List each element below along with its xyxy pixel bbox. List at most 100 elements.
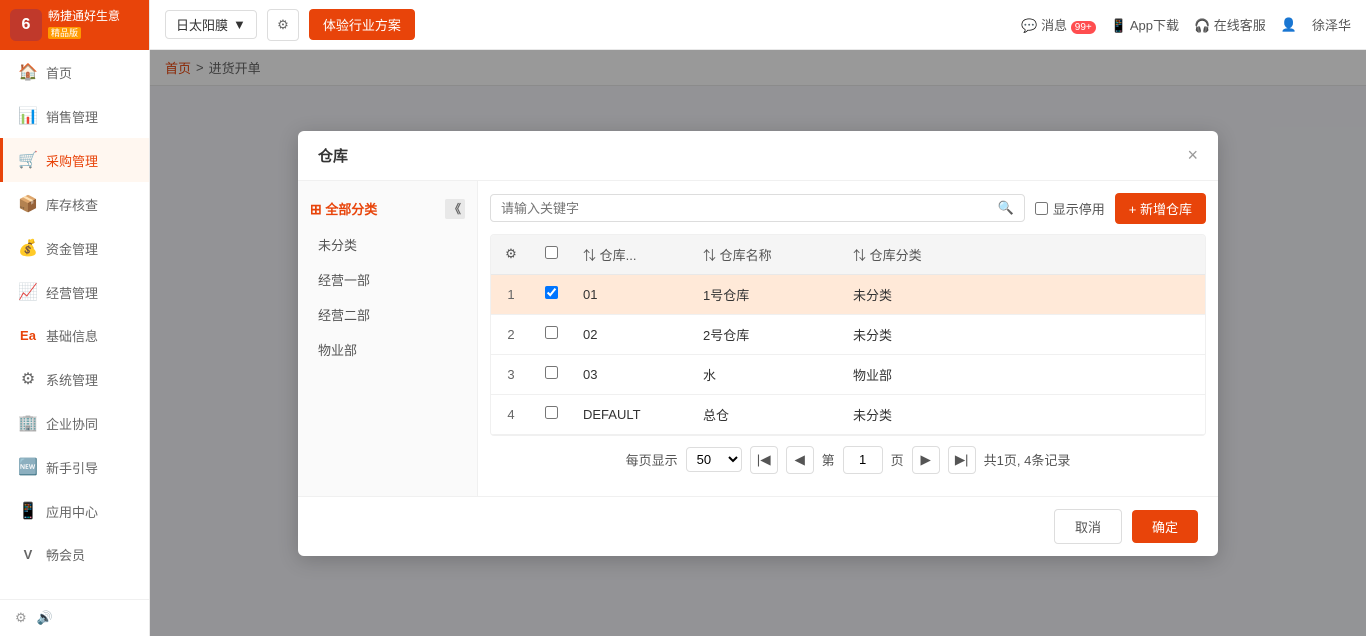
member-icon: V	[18, 547, 38, 562]
row-num: 1	[491, 274, 531, 314]
sidebar-item-label: 应用中心	[46, 502, 98, 521]
warehouse-dialog: 仓库 × ⊞ 全部分类 《	[298, 131, 1218, 556]
category-item-operations1[interactable]: 经营一部	[298, 262, 477, 297]
sidebar-item-label: 资金管理	[46, 239, 98, 258]
select-all-checkbox[interactable]	[545, 246, 558, 259]
all-categories[interactable]: ⊞ 全部分类 《	[298, 191, 477, 227]
row-category: 未分类	[841, 314, 1205, 354]
table-row[interactable]: 3 03 水 物业部	[491, 354, 1205, 394]
logo-icon: 6	[10, 9, 42, 41]
last-page-button[interactable]: ▶|	[948, 446, 976, 474]
search-icon: 🔍	[998, 200, 1014, 216]
sidebar-item-label: 畅会员	[46, 545, 85, 564]
warehouse-table: ⚙ ⇅ 仓库... ⇅ 仓库名称	[490, 234, 1206, 436]
row-code: 01	[571, 274, 691, 314]
sidebar-nav: 🏠 首页 📊 销售管理 🛒 采购管理 📦 库存核查 💰 资金管理 📈 经营管理 …	[0, 50, 149, 599]
trial-button[interactable]: 体验行业方案	[309, 9, 415, 40]
search-bar: 🔍 显示停用 + 新增仓库	[490, 193, 1206, 224]
close-icon[interactable]: ×	[1187, 145, 1198, 166]
sort-icon: ⇅	[583, 248, 596, 263]
sidebar-item-enterprise[interactable]: 🏢 企业协同	[0, 401, 149, 445]
search-input[interactable]	[501, 201, 998, 216]
add-warehouse-button[interactable]: + 新增仓库	[1115, 193, 1206, 224]
category-item-property[interactable]: 物业部	[298, 332, 477, 367]
sidebar-item-sales[interactable]: 📊 销售管理	[0, 94, 149, 138]
page-label: 第	[822, 450, 835, 469]
row-checkbox[interactable]	[531, 314, 571, 354]
category-item-unclassified[interactable]: 未分类	[298, 227, 477, 262]
sidebar-logo: 6 畅捷通好生意 精品版	[0, 0, 149, 50]
settings-icon[interactable]: ⚙	[15, 610, 27, 626]
row-name: 水	[691, 354, 841, 394]
row-name: 总仓	[691, 394, 841, 434]
confirm-button[interactable]: 确定	[1132, 510, 1198, 543]
purchase-icon: 🛒	[18, 150, 38, 170]
user-name: 徐泽华	[1312, 15, 1351, 34]
sidebar-item-guide[interactable]: 🆕 新手引导	[0, 445, 149, 489]
row-category: 物业部	[841, 354, 1205, 394]
sidebar-item-finance[interactable]: 💰 资金管理	[0, 226, 149, 270]
sales-icon: 📊	[18, 106, 38, 126]
per-page-select[interactable]: 50 100	[686, 447, 742, 472]
disabled-checkbox[interactable]	[1035, 202, 1048, 215]
page-total: 共1页, 4条记录	[984, 450, 1071, 469]
dialog-footer: 取消 确定	[298, 496, 1218, 556]
col-settings-header: ⚙	[491, 235, 531, 275]
table-row[interactable]: 4 DEFAULT 总仓 未分类	[491, 394, 1205, 434]
pagination: 每页显示 50 100 |◀ ◀ 第 页 ▶ ▶|	[490, 436, 1206, 484]
dialog-header: 仓库 ×	[298, 131, 1218, 181]
row-checkbox[interactable]	[531, 274, 571, 314]
settings-button[interactable]: ⚙	[267, 9, 299, 41]
sidebar-item-label: 系统管理	[46, 370, 98, 389]
message-btn[interactable]: 💬 消息 99+	[1021, 15, 1095, 34]
collapse-button[interactable]: 《	[445, 199, 465, 219]
show-disabled-checkbox[interactable]: 显示停用	[1035, 199, 1105, 218]
basic-icon: Ea	[18, 328, 38, 343]
row-code: DEFAULT	[571, 394, 691, 434]
all-category-label: 全部分类	[325, 202, 377, 217]
sidebar-item-home[interactable]: 🏠 首页	[0, 50, 149, 94]
sidebar-item-apps[interactable]: 📱 应用中心	[0, 489, 149, 533]
cancel-button[interactable]: 取消	[1054, 509, 1122, 544]
sidebar-item-label: 基础信息	[46, 326, 98, 345]
app-download-btn[interactable]: 📱 App下载	[1111, 15, 1179, 34]
system-icon: ⚙	[18, 369, 38, 389]
sidebar-item-label: 销售管理	[46, 107, 98, 126]
category-item-operations2[interactable]: 经营二部	[298, 297, 477, 332]
category-panel: ⊞ 全部分类 《 未分类 经营一部 经营二部	[298, 181, 478, 496]
sidebar-item-system[interactable]: ⚙ 系统管理	[0, 357, 149, 401]
row-checkbox[interactable]	[531, 394, 571, 434]
content-area: 首页 > 进货开单 仓库 × ⊞	[150, 50, 1366, 636]
sidebar-item-label: 库存核查	[46, 195, 98, 214]
row-num: 4	[491, 394, 531, 434]
sidebar-item-inventory[interactable]: 📦 库存核查	[0, 182, 149, 226]
table-row[interactable]: 1 01 1号仓库 未分类	[491, 274, 1205, 314]
sidebar-item-basic[interactable]: Ea 基础信息	[0, 314, 149, 357]
search-input-wrap: 🔍	[490, 194, 1025, 222]
msg-label: 消息	[1041, 18, 1067, 33]
page-suffix: 页	[891, 450, 904, 469]
sidebar-item-label: 经营管理	[46, 283, 98, 302]
inventory-icon: 📦	[18, 194, 38, 214]
row-checkbox[interactable]	[531, 354, 571, 394]
sidebar: 6 畅捷通好生意 精品版 🏠 首页 📊 销售管理 🛒 采购管理 📦 库存核查 💰…	[0, 0, 150, 636]
row-code: 03	[571, 354, 691, 394]
sidebar-item-operations[interactable]: 📈 经营管理	[0, 270, 149, 314]
service-btn[interactable]: 🎧 在线客服	[1194, 15, 1266, 34]
store-selector[interactable]: 日太阳膜 ▼	[165, 10, 257, 39]
table-row[interactable]: 2 02 2号仓库 未分类	[491, 314, 1205, 354]
prev-page-button[interactable]: ◀	[786, 446, 814, 474]
apps-icon: 📱	[18, 501, 38, 521]
first-page-button[interactable]: |◀	[750, 446, 778, 474]
speaker-icon[interactable]: 🔊	[37, 610, 53, 626]
grid-icon: ⊞	[310, 201, 322, 217]
enterprise-icon: 🏢	[18, 413, 38, 433]
sidebar-item-member[interactable]: V 畅会员	[0, 533, 149, 576]
logo-text: 畅捷通好生意 精品版	[48, 9, 120, 40]
dialog-title: 仓库	[318, 145, 348, 166]
user-avatar: 👤	[1281, 17, 1297, 33]
sidebar-item-purchase[interactable]: 🛒 采购管理	[0, 138, 149, 182]
col-name-header: ⇅ 仓库名称	[691, 235, 841, 275]
next-page-button[interactable]: ▶	[912, 446, 940, 474]
page-input[interactable]	[843, 446, 883, 474]
